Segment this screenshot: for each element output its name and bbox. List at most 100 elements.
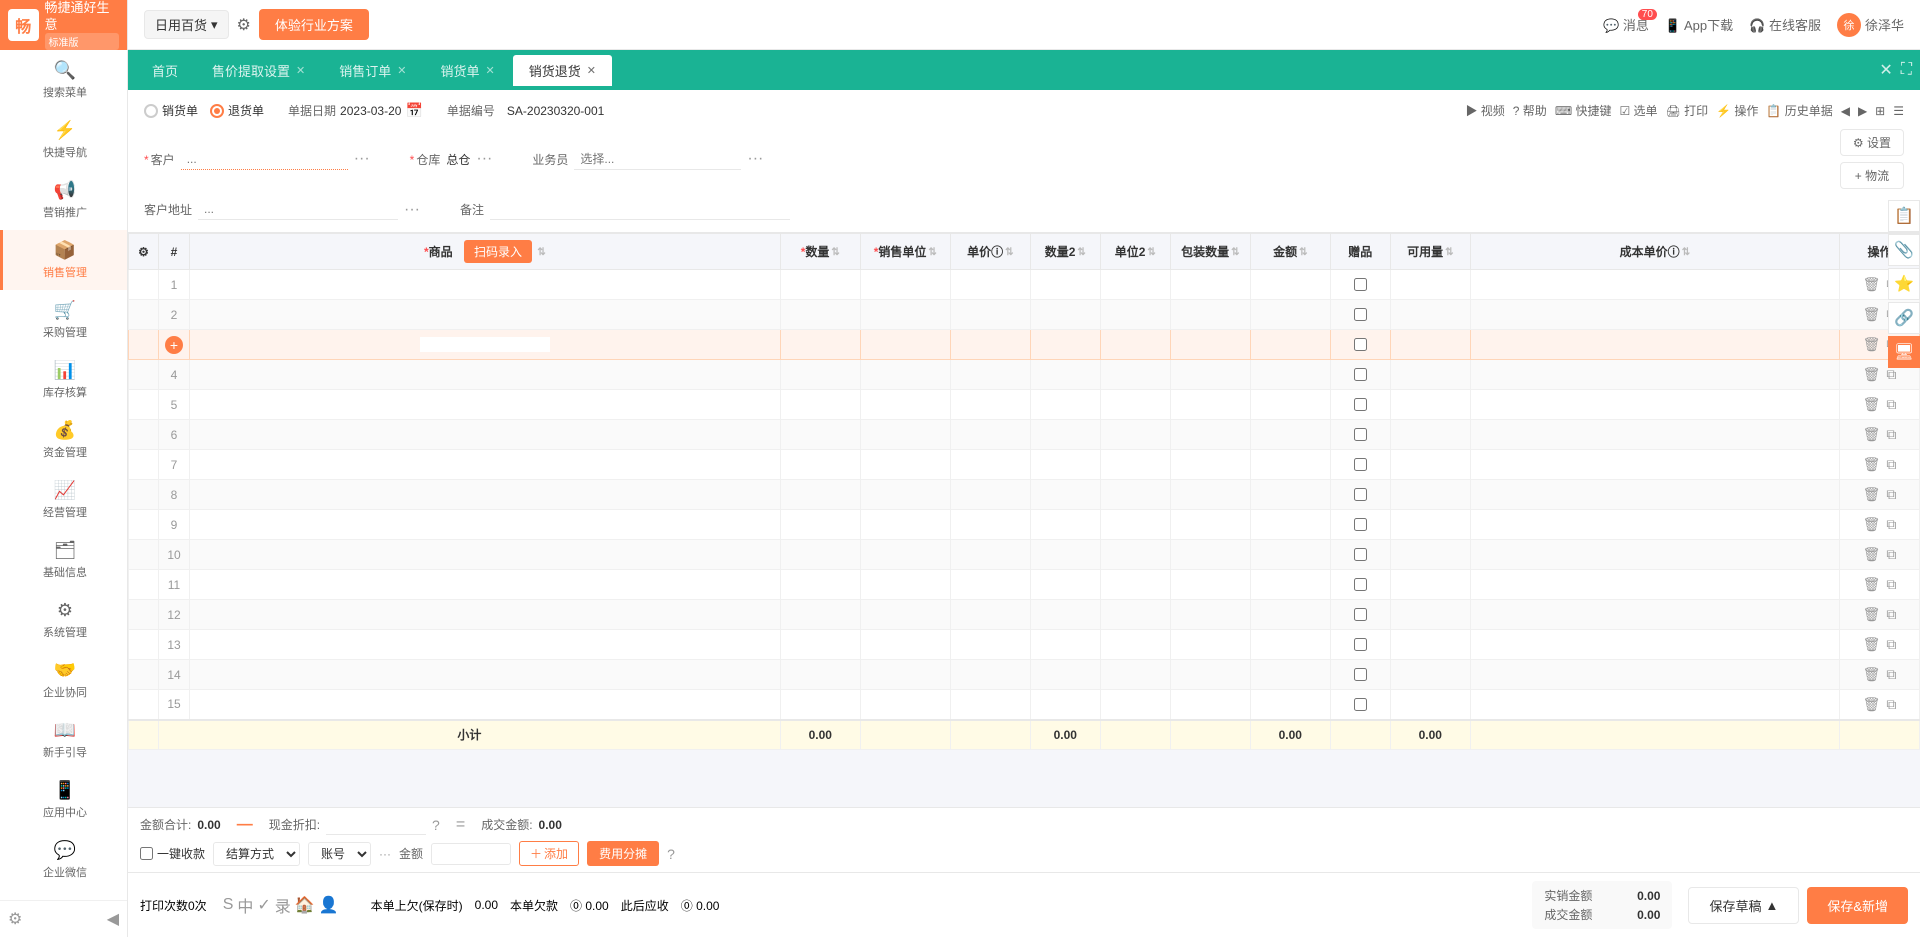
cell-amount[interactable] [1250, 510, 1330, 540]
warehouse-more-icon[interactable]: ··· [476, 150, 492, 168]
cell-unit[interactable] [860, 630, 950, 660]
delete-row-icon[interactable]: 🗑 [1863, 516, 1881, 533]
right-tool-star[interactable]: ⭐ [1888, 268, 1920, 300]
cell-unit[interactable] [860, 690, 950, 720]
tab-sale-price[interactable]: 售价提取设置 ✕ [196, 55, 321, 86]
fee-help-icon[interactable]: ? [667, 846, 675, 862]
cell-amount[interactable] [1250, 390, 1330, 420]
cell-unit[interactable] [860, 420, 950, 450]
scan-button[interactable]: 扫码录入 [464, 240, 532, 263]
amount-sort-icon[interactable]: ⇅ [1299, 247, 1307, 258]
cell-unit2[interactable] [1100, 570, 1170, 600]
col-settings-header[interactable]: ⚙ [129, 234, 159, 270]
costprice-sort-icon[interactable]: ⇅ [1682, 247, 1690, 258]
cell-amount[interactable] [1250, 270, 1330, 300]
cell-packqty[interactable] [1170, 600, 1250, 630]
gift-checkbox[interactable] [1354, 338, 1367, 351]
cell-price[interactable] [950, 450, 1030, 480]
copy-row-icon[interactable]: ⧉ [1886, 366, 1896, 383]
cell-packqty[interactable] [1170, 390, 1250, 420]
cell-price[interactable] [950, 300, 1030, 330]
cell-qty2[interactable] [1030, 390, 1100, 420]
cell-product[interactable] [190, 540, 781, 570]
operation-link[interactable]: ⚡ 操作 [1716, 102, 1758, 119]
qty2-sort-icon[interactable]: ⇅ [1077, 247, 1085, 258]
packqty-sort-icon[interactable]: ⇅ [1231, 247, 1239, 258]
product-input[interactable] [420, 337, 550, 352]
cell-unit2[interactable] [1100, 480, 1170, 510]
qty-sort-icon[interactable]: ⇅ [831, 247, 839, 258]
address-more-icon[interactable]: ··· [404, 201, 420, 219]
user-menu[interactable]: 徐 徐泽华 [1837, 13, 1904, 37]
cell-product[interactable] [190, 630, 781, 660]
tab-sale-order[interactable]: 销售订单 ✕ [323, 55, 422, 86]
history-link[interactable]: 📋 历史单据 [1766, 102, 1832, 119]
sidebar-item-guide[interactable]: 📖 新手引导 [0, 710, 127, 770]
onkey-checkbox-input[interactable] [140, 847, 153, 860]
cell-packqty[interactable] [1170, 690, 1250, 720]
cell-price[interactable] [950, 690, 1030, 720]
cell-qty2[interactable] [1030, 690, 1100, 720]
calendar-icon[interactable]: 📅 [405, 102, 422, 119]
save-draft-button[interactable]: 保存草稿 ▲ [1688, 887, 1799, 924]
cell-product[interactable] [190, 450, 781, 480]
cell-qty[interactable] [780, 360, 860, 390]
cell-packqty[interactable] [1170, 660, 1250, 690]
app-download-link[interactable]: 📱 App下载 [1665, 15, 1733, 34]
tab-home[interactable]: 首页 [136, 55, 194, 86]
delete-row-icon[interactable]: 🗑 [1863, 696, 1881, 713]
cell-unit2[interactable] [1100, 300, 1170, 330]
tab-sale-out-close[interactable]: ✕ [486, 64, 495, 77]
discount-input[interactable] [326, 814, 426, 835]
cell-unit2[interactable] [1100, 390, 1170, 420]
cell-unit2[interactable] [1100, 660, 1170, 690]
cell-unit[interactable] [860, 450, 950, 480]
available-sort-icon[interactable]: ⇅ [1445, 247, 1453, 258]
gift-checkbox[interactable] [1354, 608, 1367, 621]
fee-split-button[interactable]: 费用分摊 [587, 841, 659, 866]
video-link[interactable]: ▶ 视频 [1465, 102, 1504, 119]
help-link[interactable]: ? 帮助 [1513, 102, 1547, 119]
sidebar-item-apps[interactable]: 📱 应用中心 [0, 770, 127, 830]
product-sort-icon[interactable]: ⇅ [537, 247, 545, 258]
copy-row-icon[interactable]: ⧉ [1886, 396, 1896, 413]
cell-qty2[interactable] [1030, 570, 1100, 600]
cell-unit[interactable] [860, 570, 950, 600]
cell-product[interactable] [190, 690, 781, 720]
delete-row-icon[interactable]: 🗑 [1863, 576, 1881, 593]
copy-row-icon[interactable]: ⧉ [1886, 696, 1896, 713]
cell-packqty[interactable] [1170, 360, 1250, 390]
cell-packqty[interactable] [1170, 270, 1250, 300]
cell-price[interactable] [950, 420, 1030, 450]
cell-qty2[interactable] [1030, 540, 1100, 570]
cell-amount[interactable] [1250, 660, 1330, 690]
cell-product[interactable] [190, 600, 781, 630]
settle-method-select[interactable]: 结算方式 [213, 842, 300, 866]
print-link[interactable]: 🖨 打印 [1666, 102, 1709, 119]
cell-amount[interactable] [1250, 360, 1330, 390]
status-icon-1[interactable]: S [223, 896, 234, 914]
cell-product[interactable] [190, 270, 781, 300]
cell-price[interactable] [950, 510, 1030, 540]
settings-action-button[interactable]: ⚙ 设置 [1840, 129, 1904, 156]
gift-checkbox[interactable] [1354, 698, 1367, 711]
customer-more-icon[interactable]: ··· [354, 150, 370, 168]
cell-unit[interactable] [860, 330, 950, 360]
staff-input[interactable] [574, 149, 741, 170]
cell-qty[interactable] [780, 330, 860, 360]
gift-checkbox[interactable] [1354, 368, 1367, 381]
address-input[interactable] [198, 199, 398, 220]
sidebar-item-operations[interactable]: 📈 经营管理 [0, 470, 127, 530]
sidebar-item-basic[interactable]: 🗂 基础信息 [0, 530, 127, 590]
cell-qty2[interactable] [1030, 420, 1100, 450]
status-icon-4[interactable]: 录 [275, 893, 291, 917]
cell-qty2[interactable] [1030, 660, 1100, 690]
prev-record-icon[interactable]: ◀ [1841, 104, 1850, 118]
sidebar-settings-button[interactable]: ⚙ [8, 909, 22, 929]
cell-unit[interactable] [860, 480, 950, 510]
cell-product[interactable] [190, 570, 781, 600]
cell-price[interactable] [950, 330, 1030, 360]
gift-checkbox[interactable] [1354, 278, 1367, 291]
delete-row-icon[interactable]: 🗑 [1863, 666, 1881, 683]
cell-packqty[interactable] [1170, 450, 1250, 480]
